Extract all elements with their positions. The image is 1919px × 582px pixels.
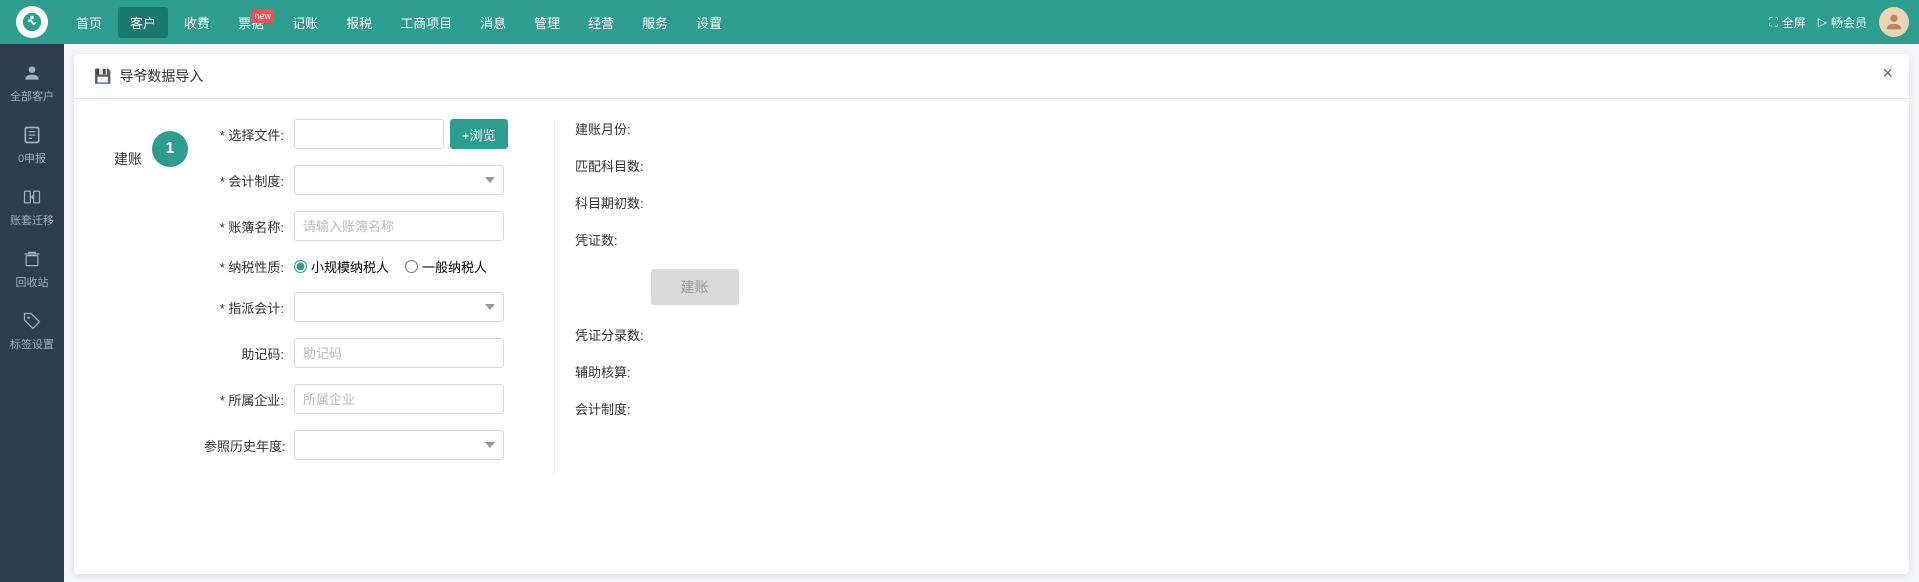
info-row-build-month: 建账月份: <box>575 119 814 138</box>
person-icon <box>21 62 43 84</box>
accountant-select[interactable] <box>294 292 504 322</box>
nav-items: 首页 客户 收费 票据 new 记账 报税 工商项目 消息 管理 经营 服务 设… <box>64 7 1769 38</box>
ledger-name-input[interactable] <box>294 211 504 241</box>
form-row-tax-type: * 纳税性质: 小规模纳税人 一般纳税人 <box>204 257 534 276</box>
form-row-company: * 所属企业: <box>204 384 534 414</box>
aux-accounting-label: 辅助核算: <box>575 362 665 381</box>
form-section: * 选择文件: +浏览 * 会计制度: <box>204 119 534 476</box>
initial-count-label: 科目期初数: <box>575 193 665 212</box>
nav-item-customers[interactable]: 客户 <box>118 7 168 38</box>
play-icon: ▷ <box>1818 15 1827 29</box>
file-input-group: +浏览 <box>294 119 508 149</box>
fullscreen-icon: ⛶ <box>1769 15 1777 30</box>
form-row-file: * 选择文件: +浏览 <box>204 119 534 149</box>
history-year-select[interactable] <box>294 430 504 460</box>
radio-small-taxpayer[interactable]: 小规模纳税人 <box>294 257 389 276</box>
form-row-history-year: 参照历史年度: <box>204 430 534 460</box>
accountant-label: * 指派会计: <box>204 298 284 317</box>
step-section: 建账 1 * 选择文件: +浏览 <box>114 119 534 476</box>
memo-label: 助记码: <box>204 344 284 363</box>
logo[interactable] <box>10 0 54 44</box>
form-row-accounting-system: * 会计制度: <box>204 165 534 195</box>
logo-icon <box>16 6 48 38</box>
nav-item-bookkeeping[interactable]: 记账 <box>280 7 330 38</box>
info-row-accounting-system-right: 会计制度: <box>575 399 814 418</box>
form-row-memo: 助记码: <box>204 338 534 368</box>
nav-item-manage[interactable]: 管理 <box>522 7 572 38</box>
info-section: 建账月份: 匹配科目数: 科目期初数: 凭证数: <box>554 119 814 476</box>
browse-button[interactable]: +浏览 <box>450 119 508 149</box>
layout: 全部客户 0申报 账套迁移 回收站 标签设置 <box>0 44 1919 582</box>
nav-item-home[interactable]: 首页 <box>64 7 114 38</box>
match-subjects-label: 匹配科目数: <box>575 156 665 175</box>
import-icon: 💾 <box>94 68 111 85</box>
tax-type-label: * 纳税性质: <box>204 257 284 276</box>
nav-right: ⛶ 全屏 ▷ 畅会员 <box>1769 7 1909 37</box>
nav-item-tax[interactable]: 报税 <box>334 7 384 38</box>
nav-item-business[interactable]: 工商项目 <box>388 7 464 38</box>
info-row-initial-count: 科目期初数: <box>575 193 814 212</box>
fullscreen-button[interactable]: ⛶ 全屏 <box>1769 14 1805 31</box>
info-row-voucher-count: 凭证数: <box>575 230 814 249</box>
report-icon <box>21 124 43 146</box>
nav-item-messages[interactable]: 消息 <box>468 7 518 38</box>
sidebar-item-tags[interactable]: 标签设置 <box>0 302 64 360</box>
nav-item-fees[interactable]: 收费 <box>172 7 222 38</box>
dialog-title: 导爷数据导入 <box>119 66 203 86</box>
voucher-count-label: 凭证数: <box>575 230 665 249</box>
history-year-label: 参照历史年度: <box>204 436 284 455</box>
form-row-ledger-name: * 账簿名称: <box>204 211 534 241</box>
sidebar-item-trash[interactable]: 回收站 <box>0 240 64 298</box>
sidebar-item-migrate[interactable]: 账套迁移 <box>0 178 64 236</box>
sidebar-item-zero-report[interactable]: 0申报 <box>0 116 64 174</box>
step-circle: 1 <box>152 131 188 167</box>
accounting-system-right-label: 会计制度: <box>575 399 665 418</box>
ledger-name-label: * 账簿名称: <box>204 217 284 236</box>
voucher-entries-label: 凭证分录数: <box>575 325 665 344</box>
new-badge: new <box>252 9 275 23</box>
memo-input[interactable] <box>294 338 504 368</box>
nav-item-invoices[interactable]: 票据 new <box>226 7 276 38</box>
radio-general-taxpayer[interactable]: 一般纳税人 <box>405 257 487 276</box>
trash-icon <box>21 248 43 270</box>
dialog-body: 建账 1 * 选择文件: +浏览 <box>74 99 1909 496</box>
top-nav: 首页 客户 收费 票据 new 记账 报税 工商项目 消息 管理 经营 服务 设… <box>0 0 1919 44</box>
create-account-button[interactable]: 建账 <box>651 269 739 305</box>
tag-icon <box>21 310 43 332</box>
nav-item-operations[interactable]: 经营 <box>576 7 626 38</box>
form-row-accountant: * 指派会计: <box>204 292 534 322</box>
build-month-label: 建账月份: <box>575 119 665 138</box>
avatar[interactable] <box>1879 7 1909 37</box>
accounting-system-label: * 会计制度: <box>204 171 284 190</box>
info-row-match-subjects: 匹配科目数: <box>575 156 814 175</box>
info-row-voucher-entries: 凭证分录数: <box>575 325 814 344</box>
nav-item-settings[interactable]: 设置 <box>684 7 734 38</box>
accounting-system-select[interactable] <box>294 165 504 195</box>
radio-group-tax: 小规模纳税人 一般纳税人 <box>294 257 487 276</box>
dialog-card: 💾 导爷数据导入 × 建账 1 * <box>74 54 1909 574</box>
migrate-icon <box>21 186 43 208</box>
info-row-aux-accounting: 辅助核算: <box>575 362 814 381</box>
nav-item-service[interactable]: 服务 <box>630 7 680 38</box>
main-content: 💾 导爷数据导入 × 建账 1 * <box>64 44 1919 582</box>
file-input[interactable] <box>294 119 444 149</box>
sidebar-item-all-customers[interactable]: 全部客户 <box>0 54 64 112</box>
company-input[interactable] <box>294 384 504 414</box>
company-label: * 所属企业: <box>204 390 284 409</box>
file-label: * 选择文件: <box>204 125 284 144</box>
step-label: 建账 <box>114 149 142 169</box>
dialog-header: 💾 导爷数据导入 × <box>74 54 1909 99</box>
vip-button[interactable]: ▷ 畅会员 <box>1818 14 1867 31</box>
sidebar: 全部客户 0申报 账套迁移 回收站 标签设置 <box>0 44 64 582</box>
close-button[interactable]: × <box>1882 64 1893 82</box>
